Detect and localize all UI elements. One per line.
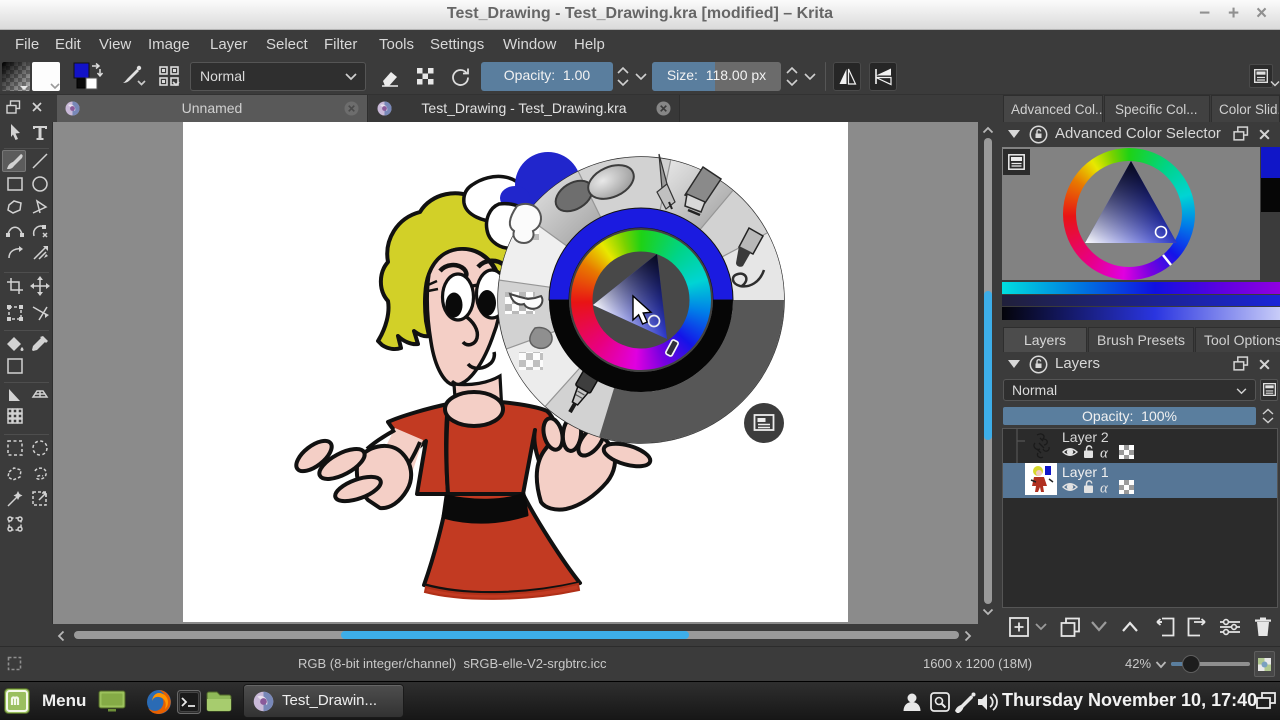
svg-text:α: α	[1100, 481, 1109, 496]
svg-text:α: α	[1100, 446, 1109, 461]
